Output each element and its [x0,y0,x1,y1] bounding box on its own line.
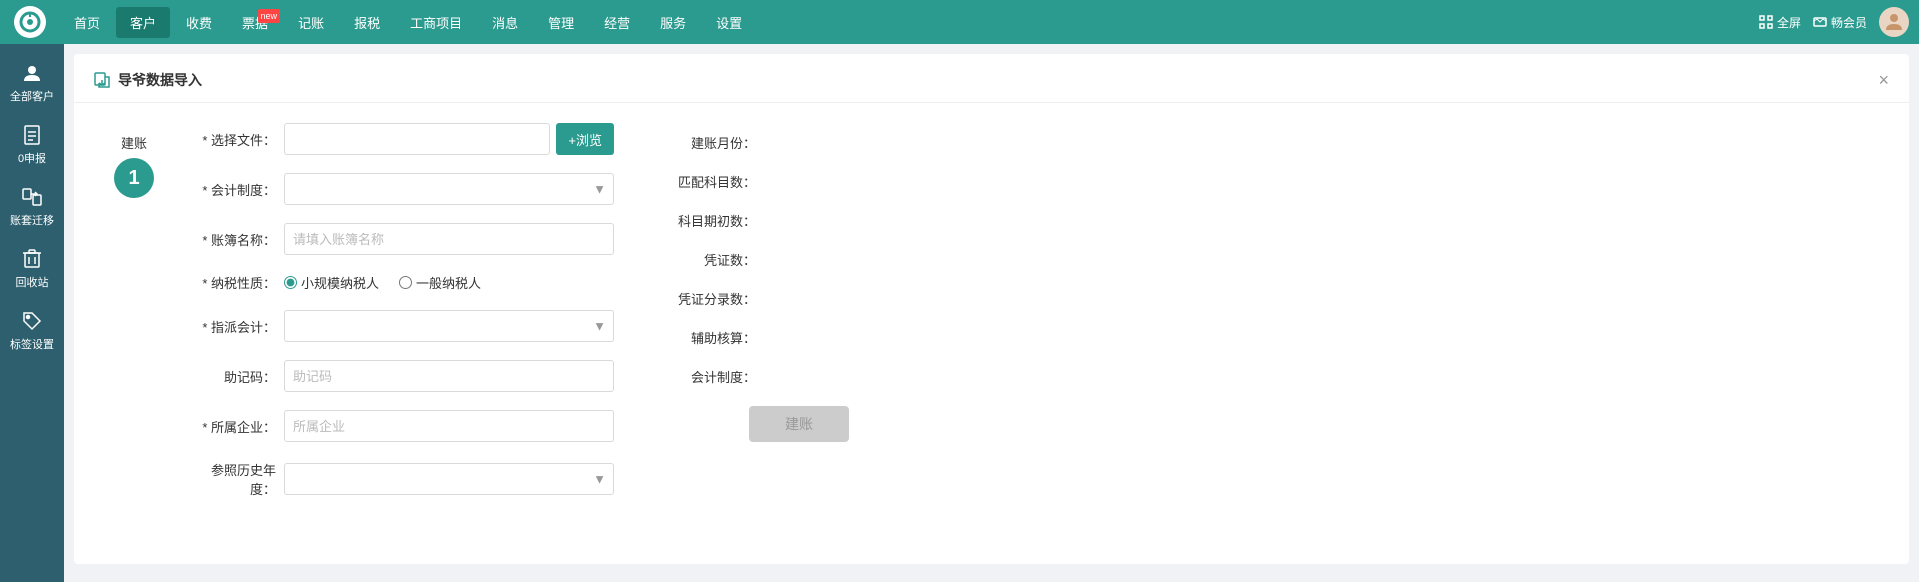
user-avatar[interactable] [1879,7,1909,37]
fullscreen-btn[interactable]: 全屏 [1759,14,1801,31]
accounting-row: * 会计制度： ▼ [194,173,614,205]
vip-label: 畅会员 [1831,14,1867,31]
nav-business[interactable]: 工商项目 [396,7,476,38]
panel-title-text: 导爷数据导入 [118,70,202,90]
sidebar-item-transfer[interactable]: 账套迁移 [4,178,60,236]
user-icon [21,62,43,84]
info-section: 建账月份： 匹配科目数： 科目期初数： 凭证数： [674,123,924,516]
accountant-row: * 指派会计： ▼ [194,310,614,342]
nav-invoice[interactable]: 票据 new [228,7,282,38]
nav-bookkeeping[interactable]: 记账 [284,7,338,38]
nav-tax[interactable]: 报税 [340,7,394,38]
nav-manage[interactable]: 管理 [534,7,588,38]
memo-row: 助记码： [194,360,614,392]
sidebar-label-customers: 全部客户 [10,88,54,104]
info-aux-label: 辅助核算： [674,328,764,347]
build-account-button[interactable]: 建账 [749,406,849,442]
tax-small-label: 小规模纳税人 [301,273,379,292]
info-voucher-label: 凭证数： [674,250,764,269]
tax-row: * 纳税性质： 小规模纳税人 一般纳税人 [194,273,614,292]
ledger-row: * 账簿名称： [194,223,614,255]
tax-label: * 纳税性质： [194,273,284,292]
sidebar-item-tags[interactable]: 标签设置 [4,302,60,360]
import-icon [94,72,110,88]
form-fields: * 选择文件： +浏览 * 会计制度： ▼ [194,123,614,516]
file-icon [21,124,43,146]
app-body: 全部客户 0申报 账套迁移 回收站 标签设置 [0,44,1919,582]
nav-customer[interactable]: 客户 [116,7,170,38]
sidebar-label-transfer: 账套迁移 [10,212,54,228]
step-circle: 1 [114,158,154,198]
info-month: 建账月份： [674,133,924,152]
file-row: * 选择文件： +浏览 [194,123,614,155]
nav-home[interactable]: 首页 [60,7,114,38]
accounting-label: * 会计制度： [194,180,284,199]
file-label: * 选择文件： [194,130,284,149]
tax-small-radio[interactable]: 小规模纳税人 [284,273,379,292]
company-label: * 所属企业： [194,417,284,436]
tax-radio-group: 小规模纳税人 一般纳税人 [284,273,614,292]
sidebar-item-zero-report[interactable]: 0申报 [4,116,60,174]
panel-header: 导爷数据导入 × [74,54,1909,103]
info-month-label: 建账月份： [674,133,764,152]
sidebar-label-trash: 回收站 [16,274,49,290]
sidebar-item-trash[interactable]: 回收站 [4,240,60,298]
nav-items: 首页 客户 收费 票据 new 记账 报税 工商项目 消息 管理 经营 服务 设… [60,7,1759,38]
nav-fee[interactable]: 收费 [172,7,226,38]
history-label: 参照历史年度： [194,460,284,498]
memo-input[interactable] [284,360,614,392]
ledger-label: * 账簿名称： [194,230,284,249]
sidebar-item-all-customers[interactable]: 全部客户 [4,54,60,112]
accountant-select-wrap: ▼ [284,310,614,342]
tax-general-radio[interactable]: 一般纳税人 [399,273,481,292]
history-select-wrap: ▼ [284,463,614,495]
form-area: 建账 1 * 选择文件： +浏览 * 会计制度： [74,103,1909,536]
new-badge: new [258,9,281,23]
close-button[interactable]: × [1878,71,1889,89]
transfer-icon [21,186,43,208]
tag-icon [21,310,43,332]
tax-general-label: 一般纳税人 [416,273,481,292]
sidebar-label-zero-report: 0申报 [18,150,46,166]
info-voucher-entries: 凭证分录数： [674,289,924,308]
logo[interactable] [10,2,50,42]
info-accounting-system: 会计制度： [674,367,924,386]
accounting-select-wrap: ▼ [284,173,614,205]
browse-button[interactable]: +浏览 [556,123,614,155]
info-voucher: 凭证数： [674,250,924,269]
info-period-label: 科目期初数： [674,211,764,230]
ledger-input[interactable] [284,223,614,255]
sidebar-label-tags: 标签设置 [10,336,54,352]
main-content: 导爷数据导入 × 建账 1 * 选择文件： +浏览 [64,44,1919,582]
trash-icon [21,248,43,270]
sidebar: 全部客户 0申报 账套迁移 回收站 标签设置 [0,44,64,582]
info-match: 匹配科目数： [674,172,924,191]
nav-operation[interactable]: 经营 [590,7,644,38]
nav-service[interactable]: 服务 [646,7,700,38]
accountant-select[interactable] [284,310,614,342]
history-select[interactable] [284,463,614,495]
history-row: 参照历史年度： ▼ [194,460,614,498]
memo-label: 助记码： [194,367,284,386]
info-accounting-system-label: 会计制度： [674,367,764,386]
company-row: * 所属企业： [194,410,614,442]
info-voucher-entries-label: 凭证分录数： [674,289,764,308]
vip-btn[interactable]: 畅会员 [1813,14,1867,31]
panel: 导爷数据导入 × 建账 1 * 选择文件： +浏览 [74,54,1909,564]
info-match-label: 匹配科目数： [674,172,764,191]
nav-right: 全屏 畅会员 [1759,7,1909,37]
panel-title: 导爷数据导入 [94,70,202,90]
step-label: 建账 [121,133,147,152]
fullscreen-label: 全屏 [1777,14,1801,31]
company-input[interactable] [284,410,614,442]
file-input[interactable] [284,123,550,155]
nav-message[interactable]: 消息 [478,7,532,38]
top-nav: 首页 客户 收费 票据 new 记账 报税 工商项目 消息 管理 经营 服务 设… [0,0,1919,44]
step-section: 建账 1 [114,133,154,516]
accounting-select[interactable] [284,173,614,205]
info-aux: 辅助核算： [674,328,924,347]
accountant-label: * 指派会计： [194,317,284,336]
nav-settings[interactable]: 设置 [702,7,756,38]
info-period: 科目期初数： [674,211,924,230]
